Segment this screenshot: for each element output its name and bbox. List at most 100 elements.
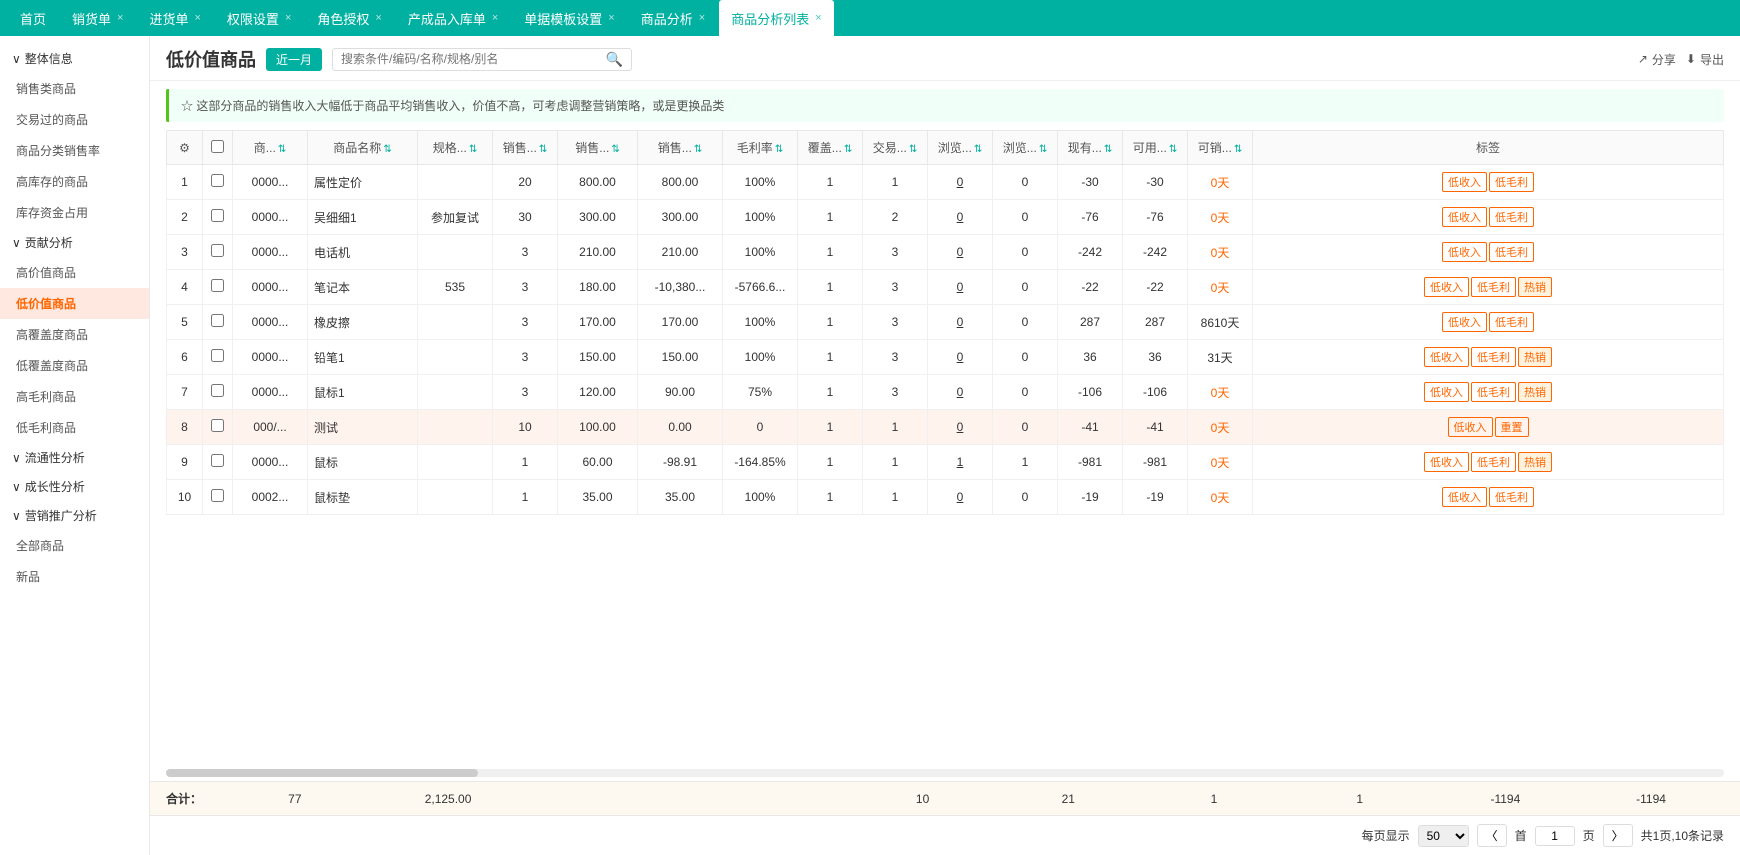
col-sales1-header[interactable]: 销售...⇅ <box>493 131 558 165</box>
row-code: 0000... <box>233 235 308 270</box>
row-col9: 100% <box>723 165 798 200</box>
row-col13: 0 <box>993 200 1058 235</box>
sidebar-item-high-value[interactable]: 高价值商品 <box>0 257 149 288</box>
col-stock2-header[interactable]: 可用...⇅ <box>1123 131 1188 165</box>
next-page-button[interactable]: 〉 <box>1603 824 1633 847</box>
sidebar-item-high-profit[interactable]: 高毛利商品 <box>0 381 149 412</box>
view1-value[interactable]: 0 <box>957 280 964 294</box>
view1-value[interactable]: 0 <box>957 385 964 399</box>
period-button[interactable]: 近一月 <box>266 48 322 71</box>
nav-template[interactable]: 单据模板设置 × <box>512 0 626 36</box>
nav-home[interactable]: 首页 <box>8 0 58 36</box>
view1-value[interactable]: 0 <box>957 420 964 434</box>
col-stock3-header[interactable]: 可销...⇅ <box>1188 131 1253 165</box>
sidebar-item-traded[interactable]: 交易过的商品 <box>0 104 149 135</box>
row-col12[interactable]: 0 <box>928 270 993 305</box>
col-view2-header[interactable]: 浏览...⇅ <box>993 131 1058 165</box>
row-col12[interactable]: 0 <box>928 235 993 270</box>
sidebar-group-growth[interactable]: ∨ 成长性分析 <box>0 472 149 501</box>
row-col10: 1 <box>798 340 863 375</box>
row-col12[interactable]: 0 <box>928 165 993 200</box>
row-col12[interactable]: 0 <box>928 375 993 410</box>
col-margin-header[interactable]: 毛利率⇅ <box>723 131 798 165</box>
nav-goods-analysis[interactable]: 商品分析 × <box>629 0 717 36</box>
row-col12[interactable]: 0 <box>928 200 993 235</box>
view1-value[interactable]: 0 <box>957 210 964 224</box>
sidebar-item-category-sales[interactable]: 商品分类销售率 <box>0 135 149 166</box>
nav-purchase[interactable]: 进货单 × <box>137 0 212 36</box>
row-col15: -981 <box>1123 445 1188 480</box>
sidebar-item-high-stock[interactable]: 高库存的商品 <box>0 166 149 197</box>
sidebar-group-marketing[interactable]: ∨ 营销推广分析 <box>0 501 149 530</box>
row-col12[interactable]: 0 <box>928 305 993 340</box>
page-number-input[interactable] <box>1535 826 1575 846</box>
row-col12[interactable]: 0 <box>928 480 993 515</box>
sidebar-group-contribution[interactable]: ∨ 贡献分析 <box>0 228 149 257</box>
view1-value[interactable]: 0 <box>957 315 964 329</box>
sidebar-item-new-goods[interactable]: 新品 <box>0 561 149 592</box>
share-button[interactable]: ↗ 分享 <box>1638 51 1676 68</box>
row-col15: 36 <box>1123 340 1188 375</box>
col-view1-header[interactable]: 浏览...⇅ <box>928 131 993 165</box>
view1-value[interactable]: 0 <box>957 490 964 504</box>
tag-badge: 低收入 <box>1442 172 1487 192</box>
row-col9: 100% <box>723 340 798 375</box>
sidebar-item-low-profit[interactable]: 低毛利商品 <box>0 412 149 443</box>
row-col6: 30 <box>493 200 558 235</box>
row-checkbox[interactable] <box>203 340 233 375</box>
tag-badge: 低收入 <box>1424 277 1469 297</box>
row-checkbox[interactable] <box>203 445 233 480</box>
row-col8: 210.00 <box>638 235 723 270</box>
col-trade-header[interactable]: 交易...⇅ <box>863 131 928 165</box>
row-col13: 0 <box>993 235 1058 270</box>
sidebar-item-sales-goods[interactable]: 销售类商品 <box>0 73 149 104</box>
tag-badge: 低毛利 <box>1489 487 1534 507</box>
row-checkbox[interactable] <box>203 305 233 340</box>
view1-value[interactable]: 0 <box>957 350 964 364</box>
row-checkbox[interactable] <box>203 480 233 515</box>
row-checkbox[interactable] <box>203 235 233 270</box>
col-settings[interactable]: ⚙ <box>167 131 203 165</box>
row-checkbox[interactable] <box>203 375 233 410</box>
view1-value[interactable]: 1 <box>957 455 964 469</box>
col-spec-header[interactable]: 规格...⇅ <box>418 131 493 165</box>
col-code-header[interactable]: 商...⇅ <box>233 131 308 165</box>
row-col15: -106 <box>1123 375 1188 410</box>
view1-value[interactable]: 0 <box>957 245 964 259</box>
arrow-down-icon2: ∨ <box>12 236 21 250</box>
col-stock1-header[interactable]: 现有...⇅ <box>1058 131 1123 165</box>
view1-value[interactable]: 0 <box>957 175 964 189</box>
nav-sales[interactable]: 销货单 × <box>60 0 135 36</box>
row-checkbox[interactable] <box>203 165 233 200</box>
col-sales3-header[interactable]: 销售...⇅ <box>638 131 723 165</box>
sidebar-item-low-value[interactable]: 低价值商品 <box>0 288 149 319</box>
nav-goods-list[interactable]: 商品分析列表 × <box>719 0 833 36</box>
scrollbar-thumb[interactable] <box>166 769 478 777</box>
sidebar-item-stock-capital[interactable]: 库存资金占用 <box>0 197 149 228</box>
search-input[interactable] <box>341 52 602 66</box>
row-col13: 0 <box>993 270 1058 305</box>
page-size-select[interactable]: 50 100 200 <box>1418 825 1469 847</box>
sidebar-item-low-coverage[interactable]: 低覆盖度商品 <box>0 350 149 381</box>
nav-role[interactable]: 角色授权 × <box>305 0 393 36</box>
export-button[interactable]: ⬇ 导出 <box>1686 51 1724 68</box>
row-col12[interactable]: 1 <box>928 445 993 480</box>
col-checkbox-all[interactable] <box>203 131 233 165</box>
horizontal-scrollbar[interactable] <box>166 769 1724 777</box>
sidebar-group-overall[interactable]: ∨ 整体信息 <box>0 44 149 73</box>
arrow-right-icon2: ∨ <box>12 480 21 494</box>
col-sales2-header[interactable]: 销售...⇅ <box>558 131 638 165</box>
row-checkbox[interactable] <box>203 270 233 305</box>
row-checkbox[interactable] <box>203 410 233 445</box>
sidebar-group-flow[interactable]: ∨ 流通性分析 <box>0 443 149 472</box>
row-col12[interactable]: 0 <box>928 410 993 445</box>
col-name-header[interactable]: 商品名称⇅ <box>308 131 418 165</box>
col-coverage-header[interactable]: 覆盖...⇅ <box>798 131 863 165</box>
sidebar-item-all-goods[interactable]: 全部商品 <box>0 530 149 561</box>
sidebar-item-high-coverage[interactable]: 高覆盖度商品 <box>0 319 149 350</box>
nav-permission[interactable]: 权限设置 × <box>215 0 303 36</box>
first-page-button[interactable]: 〈 <box>1477 824 1507 847</box>
nav-product-in[interactable]: 产成品入库单 × <box>396 0 510 36</box>
row-col12[interactable]: 0 <box>928 340 993 375</box>
row-checkbox[interactable] <box>203 200 233 235</box>
